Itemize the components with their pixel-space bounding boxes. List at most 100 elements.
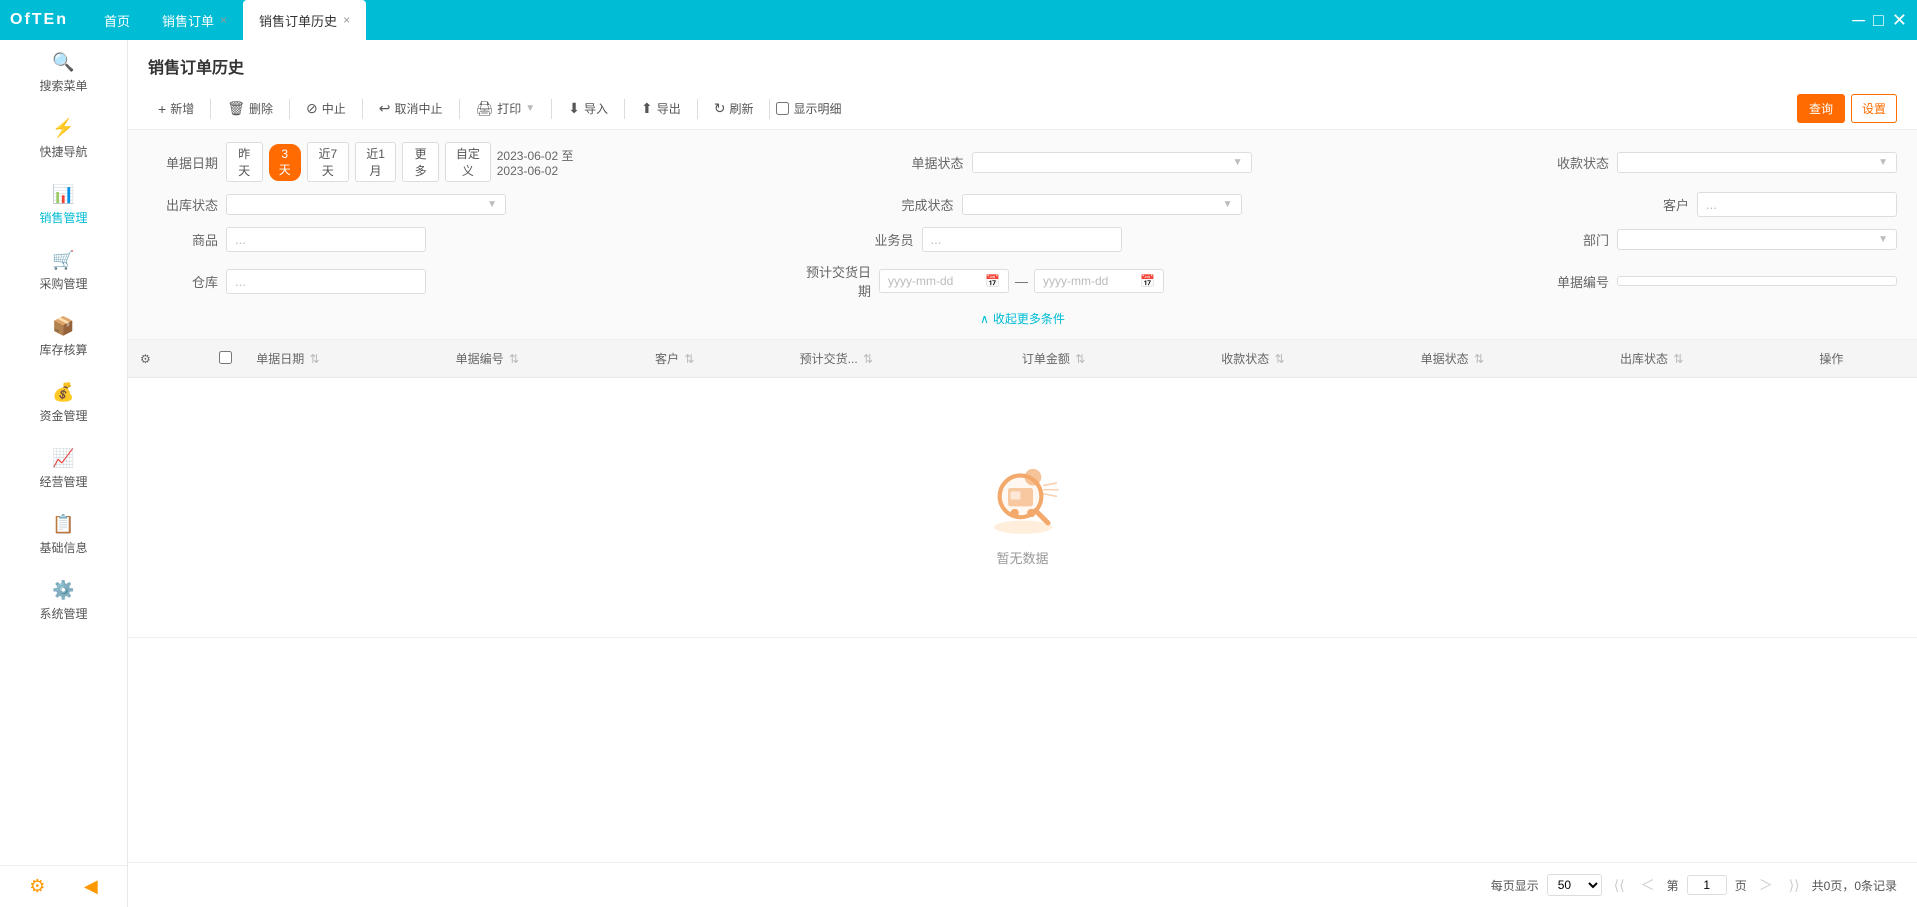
date-label: 单据日期 [148, 153, 218, 172]
date-btn-7days[interactable]: 近7天 [307, 142, 349, 182]
th-receipt-status[interactable]: 收款状态 ⇅ [1209, 340, 1408, 378]
filter-row-2: 出库状态 ▼ 完成状态 ▼ 客户 ... [148, 192, 1897, 217]
query-button[interactable]: 查询 [1797, 94, 1845, 123]
product-label: 商品 [148, 230, 218, 249]
maximize-btn[interactable]: □ [1873, 10, 1884, 31]
delivery-date-from[interactable]: yyyy-mm-dd 📅 [879, 269, 1009, 293]
sidebar-item-finance[interactable]: 💰 资金管理 [0, 370, 127, 436]
tab-home[interactable]: 首页 [88, 0, 146, 40]
department-select[interactable]: ▼ [1617, 229, 1897, 250]
sidebar-item-purchase-mgmt[interactable]: 🛒 采购管理 [0, 238, 127, 304]
import-button[interactable]: ⬇ 导入 [558, 95, 618, 122]
date-btn-yesterday[interactable]: 昨天 [226, 142, 263, 182]
sidebar-item-sales-mgmt[interactable]: 📊 销售管理 [0, 172, 127, 238]
table-footer: 每页显示 50 100 200 ⟨⟨ ＜ 第 1 页 ＞ ⟩⟩ 共0页，0条记录 [128, 862, 1917, 907]
sidebar-collapse-icon[interactable]: ◀ [84, 876, 98, 897]
minimize-btn[interactable]: ─ [1852, 10, 1865, 31]
close-btn[interactable]: ✕ [1892, 10, 1907, 31]
table-container: ⚙ 单据日期 ⇅ 单据编号 ⇅ 客户 ⇅ [128, 340, 1917, 862]
export-button[interactable]: ⬆ 导出 [631, 95, 691, 122]
first-page-btn[interactable]: ⟨⟨ [1610, 875, 1629, 896]
next-page-btn[interactable]: ＞ [1755, 873, 1777, 897]
receipt-status-dropdown-icon: ▼ [1878, 157, 1888, 168]
delete-button[interactable]: 🗑 删除 [217, 95, 283, 122]
th-gear[interactable]: ⚙ [128, 340, 207, 378]
sidebar-item-basic-info[interactable]: 📋 基础信息 [0, 502, 127, 568]
purchase-mgmt-icon: 🛒 [52, 250, 74, 271]
cancel-stop-button[interactable]: ↩ 取消中止 [369, 95, 453, 122]
last-page-btn[interactable]: ⟩⟩ [1785, 875, 1804, 896]
customer-select[interactable]: ... [1697, 192, 1897, 217]
tab-close-sales-order[interactable]: × [220, 13, 227, 27]
th-customer[interactable]: 客户 ⇅ [643, 340, 788, 378]
stop-button[interactable]: ⊘ 中止 [296, 95, 356, 122]
page-size-select[interactable]: 50 100 200 [1547, 874, 1602, 896]
sort-date-icon: ⇅ [310, 352, 320, 366]
sidebar-item-quick-nav[interactable]: ⚡ 快捷导航 [0, 106, 127, 172]
tab-sales-order[interactable]: 销售订单 × [146, 0, 243, 40]
print-dropdown-icon: ▼ [525, 103, 535, 114]
salesperson-select[interactable]: ... [922, 227, 1122, 252]
cancel-stop-icon: ↩ [379, 100, 391, 117]
th-checkbox[interactable] [207, 340, 244, 378]
order-status-select[interactable]: ▼ [972, 152, 1252, 173]
sidebar-item-system-mgmt[interactable]: ⚙️ 系统管理 [0, 568, 127, 634]
sidebar-item-inventory[interactable]: 📦 库存核算 [0, 304, 127, 370]
main-content: 销售订单历史 + 新增 🗑 删除 ⊘ 中止 ↩ 取消中止 [128, 40, 1917, 907]
th-date[interactable]: 单据日期 ⇅ [244, 340, 443, 378]
refresh-button[interactable]: ↻ 刷新 [704, 95, 764, 122]
department-dropdown-icon: ▼ [1878, 234, 1888, 245]
outbound-status-dropdown-icon: ▼ [487, 199, 497, 210]
sidebar-item-search-menu[interactable]: 🔍 搜索菜单 [0, 40, 127, 106]
th-delivery-date[interactable]: 预计交货... ⇅ [788, 340, 1010, 378]
page-number-input[interactable]: 1 [1687, 875, 1727, 895]
print-button[interactable]: 🖨 打印 ▼ [466, 95, 546, 122]
order-status-label: 单据状态 [894, 153, 964, 172]
empty-state-cell: 暂无数据 [128, 378, 1917, 638]
brand-text: OfTEn [10, 11, 68, 29]
warehouse-select[interactable]: ... [226, 269, 426, 294]
outbound-status-label: 出库状态 [148, 195, 218, 214]
product-select[interactable]: ... [226, 227, 426, 252]
tab-sales-order-history[interactable]: 销售订单历史 × [243, 0, 366, 40]
th-number[interactable]: 单据编号 ⇅ [444, 340, 643, 378]
sort-amount-icon: ⇅ [1075, 352, 1085, 366]
th-amount[interactable]: 订单金额 ⇅ [1010, 340, 1209, 378]
delivery-date-label: 预计交货日期 [801, 262, 871, 300]
tab-close-history[interactable]: × [343, 13, 350, 27]
main-layout: 🔍 搜索菜单 ⚡ 快捷导航 📊 销售管理 🛒 采购管理 📦 库存核算 💰 资金管… [0, 40, 1917, 907]
date-btn-custom[interactable]: 自定义 [445, 142, 491, 182]
show-detail-label[interactable]: 显示明细 [776, 100, 841, 117]
th-outbound-status[interactable]: 出库状态 ⇅ [1608, 340, 1807, 378]
collapse-button[interactable]: ∧ 收起更多条件 [980, 310, 1065, 327]
completion-status-dropdown-icon: ▼ [1223, 199, 1233, 210]
receipt-status-select[interactable]: ▼ [1617, 152, 1897, 173]
filter-row-1: 单据日期 昨天 3天 近7天 近1月 更多 自定义 2023-06-02 至 2… [148, 142, 1897, 182]
show-detail-checkbox[interactable] [776, 102, 789, 115]
date-btn-3days[interactable]: 3天 [269, 144, 301, 181]
date-btn-1month[interactable]: 近1月 [355, 142, 397, 182]
outbound-status-select[interactable]: ▼ [226, 194, 506, 215]
sidebar-settings-icon[interactable]: ⚙ [29, 876, 45, 897]
completion-status-select[interactable]: ▼ [962, 194, 1242, 215]
toolbar-divider-6 [624, 99, 625, 119]
date-btn-more[interactable]: 更多 [402, 142, 439, 182]
order-number-input[interactable] [1617, 276, 1897, 286]
calendar-to-icon: 📅 [1140, 274, 1155, 288]
new-button[interactable]: + 新增 [148, 95, 204, 122]
settings-button[interactable]: 设置 [1851, 94, 1897, 123]
sidebar-item-operations[interactable]: 📈 经营管理 [0, 436, 127, 502]
date-range-text: 2023-06-02 至 2023-06-02 [497, 147, 606, 178]
prev-page-btn[interactable]: ＜ [1637, 873, 1659, 897]
system-mgmt-icon: ⚙️ [52, 580, 74, 601]
print-icon: 🖨 [476, 100, 494, 117]
search-menu-icon: 🔍 [52, 52, 74, 73]
new-icon: + [158, 101, 166, 117]
select-all-checkbox[interactable] [219, 351, 232, 364]
empty-text: 暂无数据 [996, 548, 1048, 567]
th-order-status[interactable]: 单据状态 ⇅ [1409, 340, 1608, 378]
sidebar: 🔍 搜索菜单 ⚡ 快捷导航 📊 销售管理 🛒 采购管理 📦 库存核算 💰 资金管… [0, 40, 128, 907]
delivery-date-to[interactable]: yyyy-mm-dd 📅 [1034, 269, 1164, 293]
date-dash: — [1015, 274, 1028, 289]
calendar-from-icon: 📅 [985, 274, 1000, 288]
